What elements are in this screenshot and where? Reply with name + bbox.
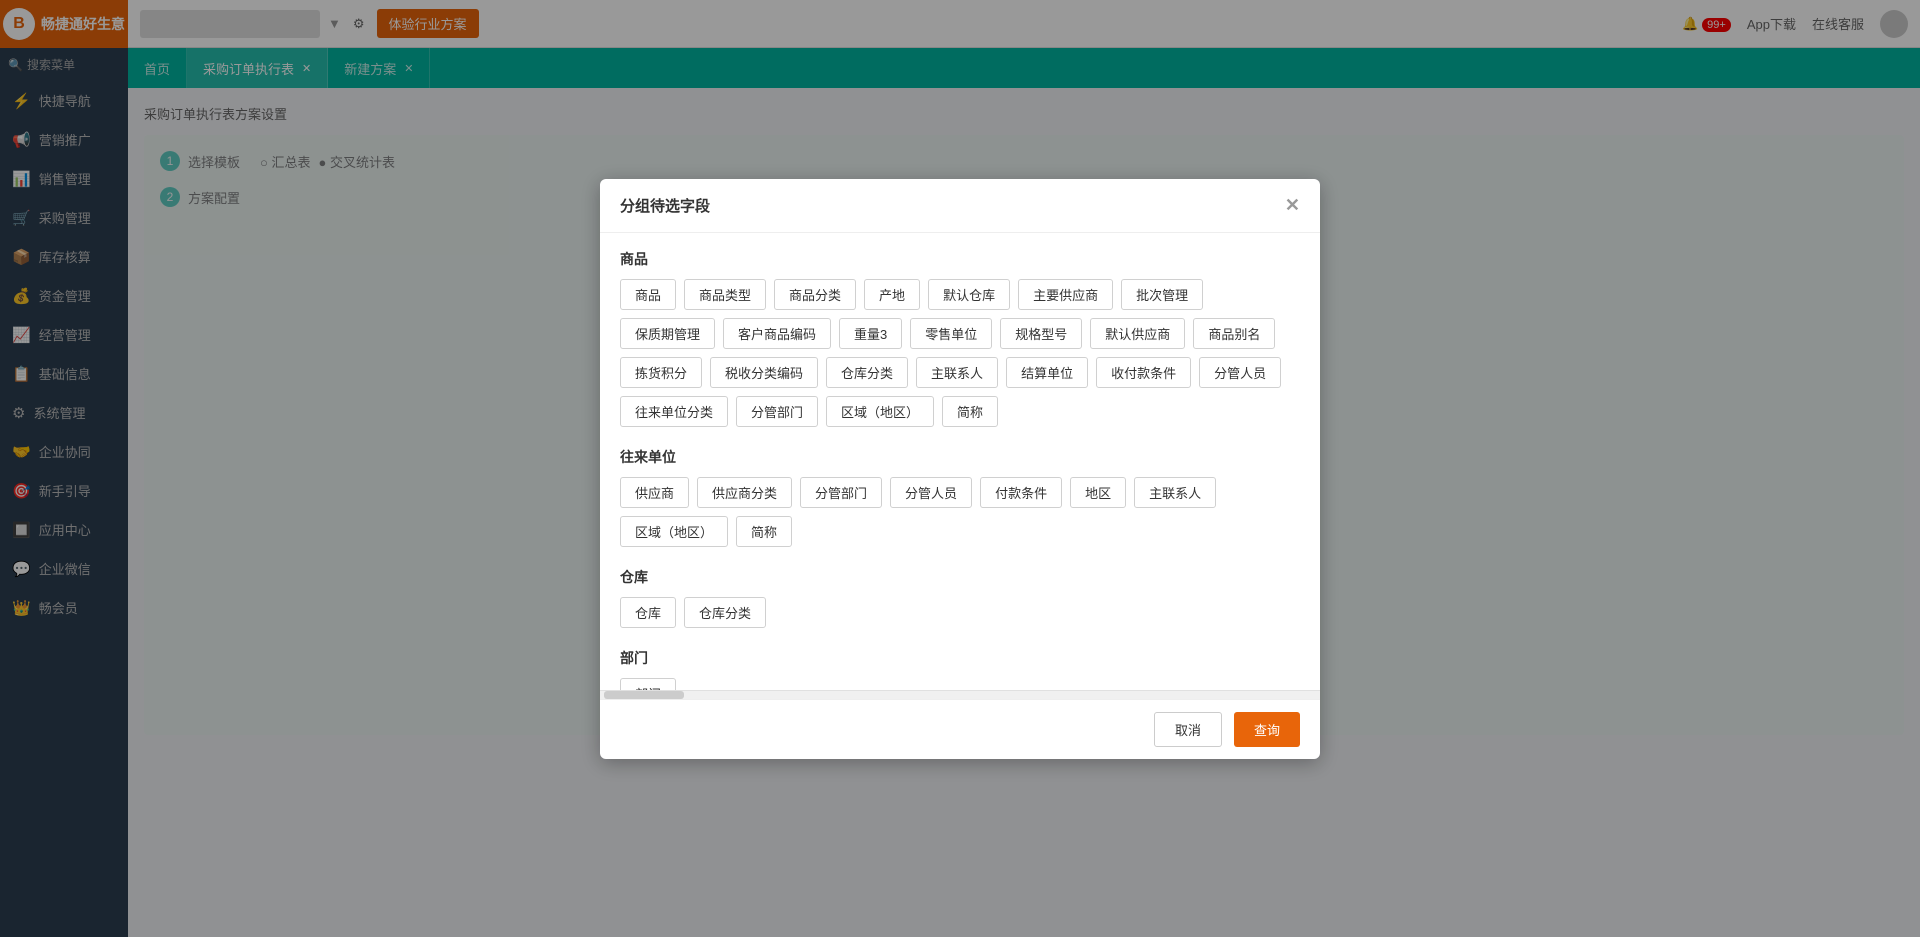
section-dept-title: 部门 — [620, 648, 1300, 668]
field-manager-partner[interactable]: 分管人员 — [890, 477, 972, 508]
field-select-modal: 分组待选字段 ✕ 商品 商品 商品类型 商品分类 产地 默认仓库 主要供应商 批… — [600, 179, 1320, 759]
field-weight3[interactable]: 重量3 — [839, 318, 902, 349]
modal-horizontal-scrollbar[interactable] — [600, 690, 1320, 699]
field-manager[interactable]: 分管人员 — [1199, 357, 1281, 388]
section-goods: 商品 商品 商品类型 商品分类 产地 默认仓库 主要供应商 批次管理 保质期管理… — [620, 249, 1300, 427]
field-warehouse[interactable]: 仓库 — [620, 597, 676, 628]
field-goods-type[interactable]: 商品类型 — [684, 279, 766, 310]
horizontal-scrollbar-thumb — [604, 691, 684, 699]
modal-overlay: 分组待选字段 ✕ 商品 商品 商品类型 商品分类 产地 默认仓库 主要供应商 批… — [0, 0, 1920, 937]
modal-title: 分组待选字段 — [620, 195, 710, 216]
field-region-partner[interactable]: 地区 — [1070, 477, 1126, 508]
field-region2-partner[interactable]: 区域（地区） — [620, 516, 728, 547]
field-spec-model[interactable]: 规格型号 — [1000, 318, 1082, 349]
field-dept-managed-partner[interactable]: 分管部门 — [800, 477, 882, 508]
field-batch-mgmt[interactable]: 批次管理 — [1121, 279, 1203, 310]
field-supplier[interactable]: 供应商 — [620, 477, 689, 508]
modal-footer: 取消 查询 — [600, 699, 1320, 759]
field-warehouse-category[interactable]: 仓库分类 — [826, 357, 908, 388]
field-payment-condition[interactable]: 付款条件 — [980, 477, 1062, 508]
field-retail-unit[interactable]: 零售单位 — [910, 318, 992, 349]
field-dept-managed[interactable]: 分管部门 — [736, 396, 818, 427]
field-short-name-goods[interactable]: 简称 — [942, 396, 998, 427]
field-region-goods[interactable]: 区域（地区） — [826, 396, 934, 427]
section-goods-fields: 商品 商品类型 商品分类 产地 默认仓库 主要供应商 批次管理 保质期管理 客户… — [620, 279, 1300, 427]
field-warehouse-cat[interactable]: 仓库分类 — [684, 597, 766, 628]
field-main-contact-partner[interactable]: 主联系人 — [1134, 477, 1216, 508]
field-goods[interactable]: 商品 — [620, 279, 676, 310]
field-goods-category[interactable]: 商品分类 — [774, 279, 856, 310]
field-tax-code[interactable]: 税收分类编码 — [710, 357, 818, 388]
field-main-contact[interactable]: 主联系人 — [916, 357, 998, 388]
section-partner-title: 往来单位 — [620, 447, 1300, 467]
field-short-name-partner[interactable]: 简称 — [736, 516, 792, 547]
field-origin[interactable]: 产地 — [864, 279, 920, 310]
modal-close-btn[interactable]: ✕ — [1285, 195, 1300, 216]
field-goods-alias[interactable]: 商品别名 — [1193, 318, 1275, 349]
section-goods-title: 商品 — [620, 249, 1300, 269]
section-warehouse: 仓库 仓库 仓库分类 — [620, 567, 1300, 628]
field-default-supplier[interactable]: 默认供应商 — [1090, 318, 1185, 349]
modal-body: 商品 商品 商品类型 商品分类 产地 默认仓库 主要供应商 批次管理 保质期管理… — [600, 233, 1320, 690]
confirm-button[interactable]: 查询 — [1234, 712, 1300, 747]
modal-header: 分组待选字段 ✕ — [600, 179, 1320, 233]
section-dept: 部门 部门 — [620, 648, 1300, 690]
field-partner-category[interactable]: 往来单位分类 — [620, 396, 728, 427]
field-settlement-unit[interactable]: 结算单位 — [1006, 357, 1088, 388]
field-main-supplier[interactable]: 主要供应商 — [1018, 279, 1113, 310]
section-dept-fields: 部门 — [620, 678, 1300, 690]
section-partner-fields: 供应商 供应商分类 分管部门 分管人员 付款条件 地区 主联系人 区域（地区） … — [620, 477, 1300, 547]
section-warehouse-title: 仓库 — [620, 567, 1300, 587]
cancel-button[interactable]: 取消 — [1154, 712, 1222, 747]
field-dept[interactable]: 部门 — [620, 678, 676, 690]
field-pick-points[interactable]: 拣货积分 — [620, 357, 702, 388]
field-default-warehouse[interactable]: 默认仓库 — [928, 279, 1010, 310]
field-payment-terms[interactable]: 收付款条件 — [1096, 357, 1191, 388]
field-customer-goods-code[interactable]: 客户商品编码 — [723, 318, 831, 349]
section-partner: 往来单位 供应商 供应商分类 分管部门 分管人员 付款条件 地区 主联系人 区域… — [620, 447, 1300, 547]
field-shelf-life-mgmt[interactable]: 保质期管理 — [620, 318, 715, 349]
field-supplier-category[interactable]: 供应商分类 — [697, 477, 792, 508]
section-warehouse-fields: 仓库 仓库分类 — [620, 597, 1300, 628]
